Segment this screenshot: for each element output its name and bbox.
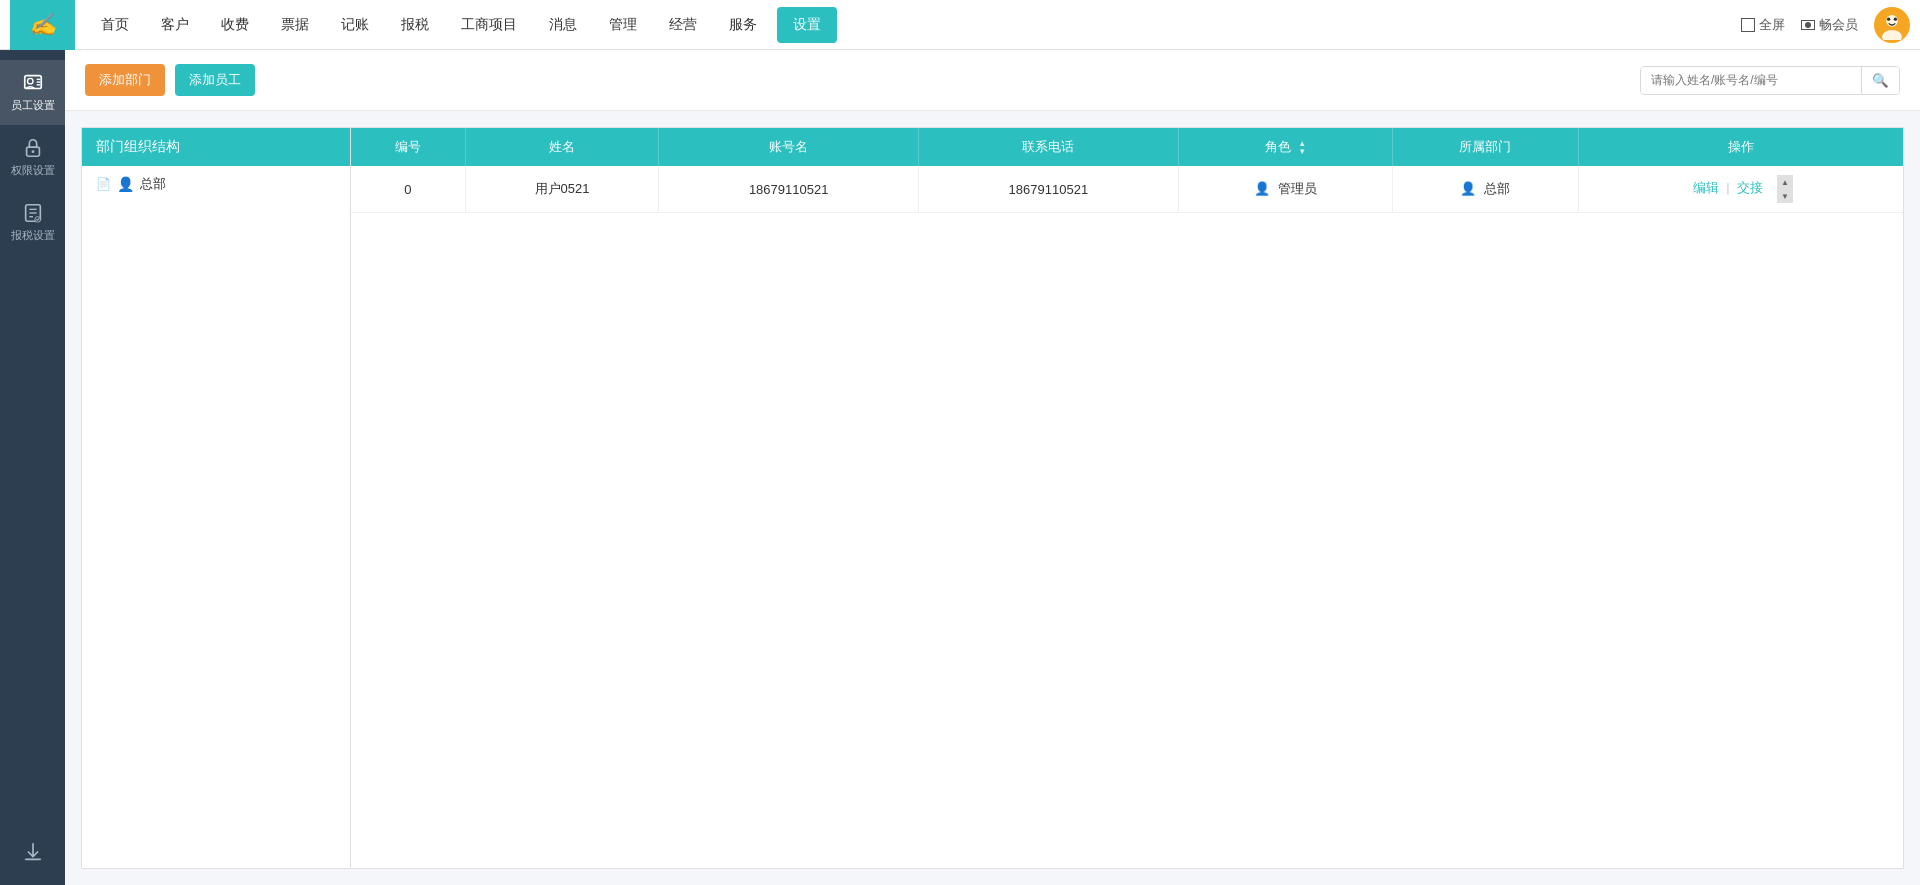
search-box: 🔍: [1640, 66, 1900, 95]
logo-icon: ✍: [29, 12, 56, 38]
tree-node-label: 总部: [140, 175, 166, 193]
tree-panel: 部门组织结构 📄 👤 总部: [81, 127, 351, 869]
cell-role: 👤 管理员: [1178, 166, 1392, 213]
add-emp-button[interactable]: 添加员工: [175, 64, 255, 96]
table-row: 0 用户0521 18679110521 18679110521 👤 管理员 👤…: [351, 166, 1903, 213]
nav-item-经营[interactable]: 经营: [653, 0, 713, 50]
nav-item-客户[interactable]: 客户: [145, 0, 205, 50]
search-input[interactable]: [1641, 67, 1861, 93]
fullscreen-icon: [1741, 18, 1755, 32]
sidebar-bottom: [0, 829, 65, 885]
add-dept-button[interactable]: 添加部门: [85, 64, 165, 96]
tree-header: 部门组织结构: [82, 128, 350, 166]
nav-items: 首页客户收费票据记账报税工商项目消息管理经营服务设置: [85, 0, 1741, 50]
table-header: 编号 姓名 账号名 联系电话 角: [351, 128, 1903, 166]
member-label: 畅会员: [1819, 16, 1858, 34]
sidebar-item-tax[interactable]: 报税设置: [0, 190, 65, 255]
member-button[interactable]: 畅会员: [1801, 16, 1858, 34]
employee-table: 编号 姓名 账号名 联系电话 角: [351, 128, 1903, 213]
fullscreen-button[interactable]: 全屏: [1741, 16, 1785, 34]
cell-phone: 18679110521: [919, 166, 1179, 213]
svg-point-4: [1894, 17, 1897, 20]
col-dept: 所属部门: [1392, 128, 1578, 166]
cell-id: 0: [351, 166, 465, 213]
search-icon: 🔍: [1872, 73, 1889, 88]
avatar[interactable]: [1874, 7, 1910, 43]
col-actions: 操作: [1578, 128, 1903, 166]
sidebar-item-employee-label: 员工设置: [11, 98, 55, 113]
nav-item-记账[interactable]: 记账: [325, 0, 385, 50]
col-account: 账号名: [659, 128, 919, 166]
col-phone: 联系电话: [919, 128, 1179, 166]
col-role: 角色 ▲ ▼: [1178, 128, 1392, 166]
scroll-down-button[interactable]: ▼: [1777, 189, 1793, 203]
role-user-icon: 👤: [1254, 181, 1270, 196]
scroll-up-button[interactable]: ▲: [1777, 175, 1793, 189]
nav-item-工商项目[interactable]: 工商项目: [445, 0, 533, 50]
cell-role-text: 管理员: [1278, 181, 1317, 196]
svg-point-3: [1887, 17, 1890, 20]
table-panel: 编号 姓名 账号名 联系电话 角: [351, 127, 1904, 869]
sidebar-item-permission[interactable]: 权限设置: [0, 125, 65, 190]
content-area: 添加部门 添加员工 🔍 部门组织结构 📄 👤 总部: [65, 50, 1920, 885]
nav-item-票据[interactable]: 票据: [265, 0, 325, 50]
search-button[interactable]: 🔍: [1861, 67, 1899, 94]
sidebar-item-employee[interactable]: 员工设置: [0, 60, 65, 125]
col-id: 编号: [351, 128, 465, 166]
sidebar-item-download[interactable]: [0, 829, 65, 875]
nav-item-管理[interactable]: 管理: [593, 0, 653, 50]
sidebar: 员工设置 权限设置 报税设置: [0, 50, 65, 885]
cell-name: 用户0521: [465, 166, 658, 213]
nav-item-设置[interactable]: 设置: [777, 7, 837, 43]
cell-actions: 编辑 | 交接 ▲ ▼: [1578, 166, 1903, 213]
cell-dept: 👤 总部: [1392, 166, 1578, 213]
col-name: 姓名: [465, 128, 658, 166]
sidebar-item-permission-label: 权限设置: [11, 163, 55, 178]
tree-node-root[interactable]: 📄 👤 总部: [82, 166, 350, 202]
edit-button[interactable]: 编辑: [1693, 180, 1719, 195]
dept-user-icon: 👤: [1460, 181, 1476, 196]
toolbar: 添加部门 添加员工 🔍: [65, 50, 1920, 111]
nav-item-服务[interactable]: 服务: [713, 0, 773, 50]
sidebar-item-tax-label: 报税设置: [11, 228, 55, 243]
permission-icon: [22, 137, 44, 159]
nav-right: 全屏 畅会员: [1741, 7, 1910, 43]
row-scroll-arrows: ▲ ▼: [1777, 175, 1793, 203]
svg-point-6: [27, 78, 33, 84]
fullscreen-label: 全屏: [1759, 16, 1785, 34]
main-layout: 员工设置 权限设置 报税设置: [0, 50, 1920, 885]
role-sort-icon: ▲ ▼: [1298, 140, 1306, 156]
nav-item-报税[interactable]: 报税: [385, 0, 445, 50]
download-icon: [22, 841, 44, 863]
tax-icon: [22, 202, 44, 224]
svg-point-11: [31, 150, 34, 153]
tree-file-icon: 📄: [96, 177, 111, 191]
nav-item-消息[interactable]: 消息: [533, 0, 593, 50]
cell-account: 18679110521: [659, 166, 919, 213]
employee-icon: [22, 72, 44, 94]
table-body: 0 用户0521 18679110521 18679110521 👤 管理员 👤…: [351, 166, 1903, 213]
nav-item-首页[interactable]: 首页: [85, 0, 145, 50]
transfer-button[interactable]: 交接: [1737, 180, 1763, 195]
body-area: 部门组织结构 📄 👤 总部 编号 姓: [65, 111, 1920, 885]
app-logo: ✍: [10, 0, 75, 50]
nav-item-收费[interactable]: 收费: [205, 0, 265, 50]
member-icon: [1801, 20, 1815, 30]
cell-dept-text: 总部: [1484, 181, 1510, 196]
top-nav: ✍ 首页客户收费票据记账报税工商项目消息管理经营服务设置 全屏 畅会员: [0, 0, 1920, 50]
tree-user-icon: 👤: [117, 176, 134, 192]
